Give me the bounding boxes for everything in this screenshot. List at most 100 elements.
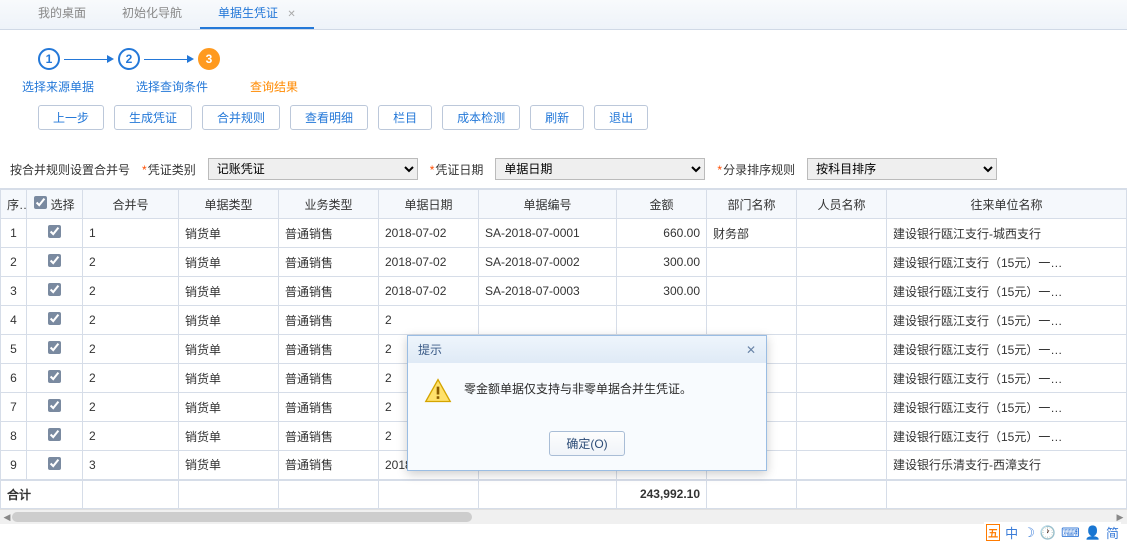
cell-person xyxy=(797,219,887,248)
step-3-label: 查询结果 xyxy=(250,78,330,95)
col-corp: 往来单位名称 xyxy=(887,190,1127,219)
cell-billno: SA-2018-07-0002 xyxy=(479,248,617,277)
cell-biztype: 普通销售 xyxy=(279,422,379,451)
row-checkbox[interactable] xyxy=(48,428,61,441)
step-3-circle: 3 xyxy=(198,48,220,70)
voucher-date-select[interactable]: 单据日期 xyxy=(495,158,705,180)
cell-billdate: 2018-07-02 xyxy=(379,248,479,277)
prev-button[interactable]: 上一步 xyxy=(38,105,104,130)
user-icon[interactable]: 👤 xyxy=(1085,525,1101,541)
voucher-type-select[interactable]: 记账凭证 xyxy=(208,158,418,180)
cell-dept xyxy=(707,306,797,335)
moon-icon[interactable]: ☽ xyxy=(1023,525,1035,541)
cell-corp: 建设银行瓯江支行（15元）一… xyxy=(887,277,1127,306)
cell-person xyxy=(797,306,887,335)
merge-label: 按合并规则设置合并号 xyxy=(10,161,130,178)
exit-button[interactable]: 退出 xyxy=(594,105,648,130)
cell-dept: 财务部 xyxy=(707,219,797,248)
row-checkbox[interactable] xyxy=(48,341,61,354)
ime-simp-icon[interactable]: 简 xyxy=(1106,523,1119,542)
scroll-thumb[interactable] xyxy=(12,512,472,522)
horizontal-scrollbar[interactable]: ◀ ▶ xyxy=(0,509,1127,524)
row-checkbox[interactable] xyxy=(48,399,61,412)
clock-icon[interactable]: 🕐 xyxy=(1040,525,1056,541)
cell-biztype: 普通销售 xyxy=(279,335,379,364)
cell-seq: 7 xyxy=(1,393,27,422)
ime-cn-icon[interactable]: 中 xyxy=(1005,523,1018,542)
cost-check-button[interactable]: 成本检测 xyxy=(442,105,520,130)
col-biztype: 业务类型 xyxy=(279,190,379,219)
cell-mergeno: 2 xyxy=(83,248,179,277)
warning-icon xyxy=(424,377,452,405)
cell-sel xyxy=(27,451,83,480)
cell-billtype: 销货单 xyxy=(179,451,279,480)
step-1-label: 选择来源单据 xyxy=(22,78,102,95)
cell-mergeno: 2 xyxy=(83,277,179,306)
cell-billtype: 销货单 xyxy=(179,277,279,306)
row-checkbox[interactable] xyxy=(48,457,61,470)
tab-init-nav[interactable]: 初始化导航 xyxy=(104,0,200,29)
cell-mergeno: 2 xyxy=(83,393,179,422)
dialog-close-icon[interactable]: ✕ xyxy=(746,343,756,357)
cell-sel xyxy=(27,248,83,277)
dialog-ok-button[interactable]: 确定(O) xyxy=(549,431,624,456)
alert-dialog: 提示 ✕ 零金额单据仅支持与非零单据合并生凭证。 确定(O) xyxy=(407,335,767,471)
cell-person xyxy=(797,335,887,364)
row-checkbox[interactable] xyxy=(48,370,61,383)
sort-rule-select[interactable]: 按科目排序 xyxy=(807,158,997,180)
cell-seq: 3 xyxy=(1,277,27,306)
table-row[interactable]: 11销货单普通销售2018-07-02SA-2018-07-0001660.00… xyxy=(1,219,1127,248)
totals-amount: 243,992.10 xyxy=(617,480,707,509)
table-row[interactable]: 42销货单普通销售2建设银行瓯江支行（15元）一… xyxy=(1,306,1127,335)
table-row[interactable]: 32销货单普通销售2018-07-02SA-2018-07-0003300.00… xyxy=(1,277,1127,306)
cell-sel xyxy=(27,277,83,306)
totals-row: 合计 243,992.10 xyxy=(1,480,1127,509)
col-billno: 单据编号 xyxy=(479,190,617,219)
steps-indicator: 1 2 3 xyxy=(0,30,1127,74)
cell-sel xyxy=(27,335,83,364)
cell-billtype: 销货单 xyxy=(179,248,279,277)
cell-sel xyxy=(27,306,83,335)
refresh-button[interactable]: 刷新 xyxy=(530,105,584,130)
cell-mergeno: 2 xyxy=(83,364,179,393)
col-seq: 序号 xyxy=(1,190,27,219)
keyboard-icon[interactable]: ⌨ xyxy=(1061,525,1080,541)
cell-person xyxy=(797,451,887,480)
cell-seq: 6 xyxy=(1,364,27,393)
cell-billtype: 销货单 xyxy=(179,364,279,393)
cell-dept xyxy=(707,248,797,277)
cell-billdate: 2 xyxy=(379,306,479,335)
cell-amount: 300.00 xyxy=(617,248,707,277)
sort-rule-label: 分录排序规则 xyxy=(723,163,795,177)
step-1-circle: 1 xyxy=(38,48,60,70)
step-arrow-icon xyxy=(64,58,114,60)
tab-bill-voucher[interactable]: 单据生凭证 ✕ xyxy=(200,0,314,29)
cell-seq: 2 xyxy=(1,248,27,277)
cell-billno xyxy=(479,306,617,335)
cell-corp: 建设银行瓯江支行（15元）一… xyxy=(887,364,1127,393)
step-2-circle: 2 xyxy=(118,48,140,70)
row-checkbox[interactable] xyxy=(48,312,61,325)
columns-button[interactable]: 栏目 xyxy=(378,105,432,130)
col-amount: 金额 xyxy=(617,190,707,219)
close-icon[interactable]: ✕ xyxy=(287,9,295,20)
merge-rule-button[interactable]: 合并规则 xyxy=(202,105,280,130)
row-checkbox[interactable] xyxy=(48,254,61,267)
step-arrow-icon xyxy=(144,58,194,60)
row-checkbox[interactable] xyxy=(48,283,61,296)
row-checkbox[interactable] xyxy=(48,225,61,238)
tab-label: 单据生凭证 xyxy=(218,6,278,20)
col-billdate: 单据日期 xyxy=(379,190,479,219)
tab-my-desktop[interactable]: 我的桌面 xyxy=(20,0,104,29)
dialog-message: 零金额单据仅支持与非零单据合并生凭证。 xyxy=(464,377,692,397)
table-row[interactable]: 22销货单普通销售2018-07-02SA-2018-07-0002300.00… xyxy=(1,248,1127,277)
cell-amount: 300.00 xyxy=(617,277,707,306)
cell-billno: SA-2018-07-0001 xyxy=(479,219,617,248)
cell-person xyxy=(797,277,887,306)
view-detail-button[interactable]: 查看明细 xyxy=(290,105,368,130)
cell-sel xyxy=(27,364,83,393)
cell-mergeno: 2 xyxy=(83,422,179,451)
ime-icon[interactable]: 五 xyxy=(986,524,1000,541)
gen-voucher-button[interactable]: 生成凭证 xyxy=(114,105,192,130)
select-all-checkbox[interactable] xyxy=(34,196,47,209)
